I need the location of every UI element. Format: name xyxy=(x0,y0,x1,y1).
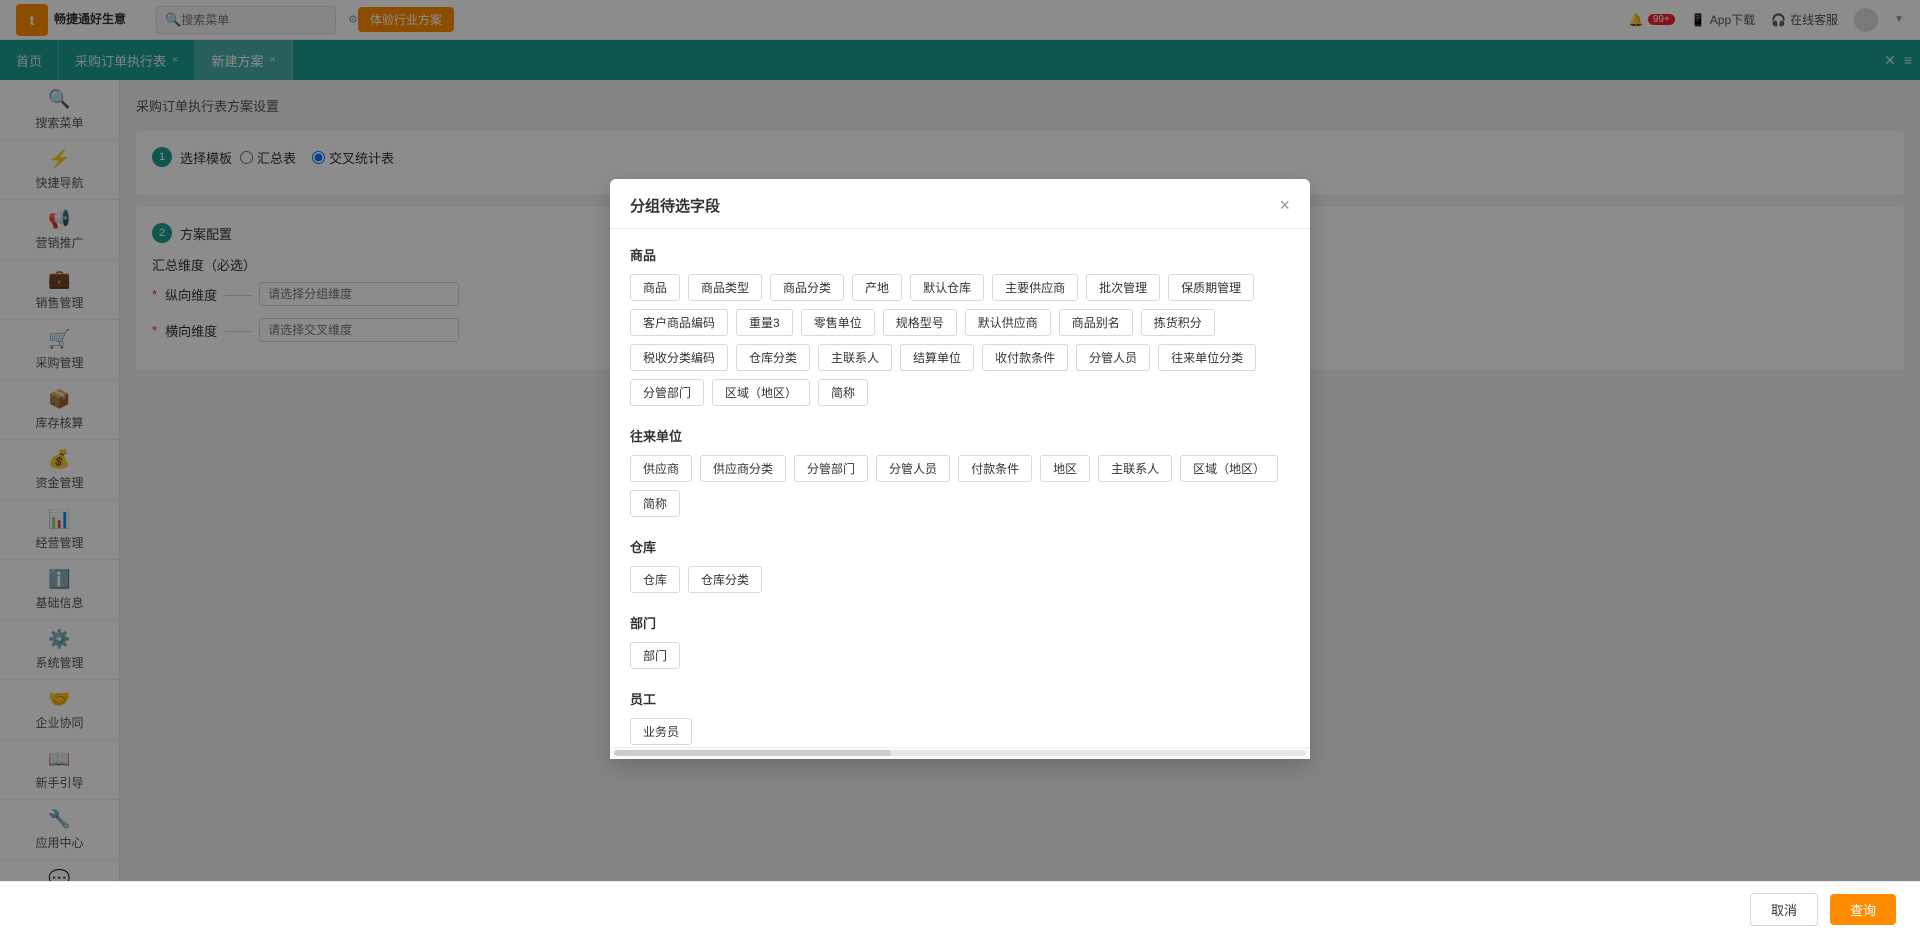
field-tag-2-1[interactable]: 仓库分类 xyxy=(688,566,762,593)
field-tag-0-11[interactable]: 规格型号 xyxy=(883,309,957,336)
field-tag-1-6[interactable]: 主联系人 xyxy=(1098,455,1172,482)
section-title-2: 仓库 xyxy=(630,537,1290,556)
field-tag-0-23[interactable]: 区域（地区） xyxy=(712,379,810,406)
field-tag-0-5[interactable]: 主要供应商 xyxy=(992,274,1078,301)
field-tag-1-3[interactable]: 分管人员 xyxy=(876,455,950,482)
field-tag-0-4[interactable]: 默认仓库 xyxy=(910,274,984,301)
section-title-3: 部门 xyxy=(630,613,1290,632)
field-tag-2-0[interactable]: 仓库 xyxy=(630,566,680,593)
field-tag-1-4[interactable]: 付款条件 xyxy=(958,455,1032,482)
section-title-4: 员工 xyxy=(630,689,1290,708)
field-tag-0-6[interactable]: 批次管理 xyxy=(1086,274,1160,301)
field-tag-0-22[interactable]: 分管部门 xyxy=(630,379,704,406)
field-section-2: 仓库仓库仓库分类 xyxy=(630,537,1290,593)
field-tag-0-15[interactable]: 税收分类编码 xyxy=(630,344,728,371)
field-tag-0-8[interactable]: 客户商品编码 xyxy=(630,309,728,336)
field-tag-0-16[interactable]: 仓库分类 xyxy=(736,344,810,371)
field-tag-4-0[interactable]: 业务员 xyxy=(630,718,692,745)
field-tags-1: 供应商供应商分类分管部门分管人员付款条件地区主联系人区域（地区） 简称 xyxy=(630,455,1290,517)
bottom-actions: 取消 查询 xyxy=(0,881,1920,937)
field-tag-0-17[interactable]: 主联系人 xyxy=(818,344,892,371)
field-select-modal: 分组待选字段 × 商品商品商品类型商品分类产地默认仓库主要供应商批次管理保质期管… xyxy=(610,179,1310,759)
field-tag-0-24[interactable]: 简称 xyxy=(818,379,868,406)
field-tag-1-0[interactable]: 供应商 xyxy=(630,455,692,482)
field-tag-0-19[interactable]: 收付款条件 xyxy=(982,344,1068,371)
modal-close-icon[interactable]: × xyxy=(1279,195,1290,216)
field-tag-0-9[interactable]: 重量3 xyxy=(736,309,793,336)
field-tag-1-8[interactable]: 简称 xyxy=(630,490,680,517)
field-tag-0-1[interactable]: 商品类型 xyxy=(688,274,762,301)
field-tag-1-1[interactable]: 供应商分类 xyxy=(700,455,786,482)
field-tag-3-0[interactable]: 部门 xyxy=(630,642,680,669)
modal-overlay: 分组待选字段 × 商品商品商品类型商品分类产地默认仓库主要供应商批次管理保质期管… xyxy=(0,0,1920,937)
field-tag-0-7[interactable]: 保质期管理 xyxy=(1168,274,1254,301)
field-tag-0-21[interactable]: 往来单位分类 xyxy=(1158,344,1256,371)
field-section-0: 商品商品商品类型商品分类产地默认仓库主要供应商批次管理保质期管理客户商品编码重量… xyxy=(630,245,1290,406)
field-tag-1-2[interactable]: 分管部门 xyxy=(794,455,868,482)
field-tag-0-20[interactable]: 分管人员 xyxy=(1076,344,1150,371)
field-tag-0-2[interactable]: 商品分类 xyxy=(770,274,844,301)
field-tags-0: 商品商品类型商品分类产地默认仓库主要供应商批次管理保质期管理客户商品编码重量3 零… xyxy=(630,274,1290,406)
field-tag-0-13[interactable]: 商品别名 xyxy=(1059,309,1133,336)
field-tag-0-0[interactable]: 商品 xyxy=(630,274,680,301)
field-tags-2: 仓库仓库分类 xyxy=(630,566,1290,593)
scrollbar-thumb xyxy=(614,750,891,756)
field-tag-0-18[interactable]: 结算单位 xyxy=(900,344,974,371)
field-tag-0-14[interactable]: 拣货积分 xyxy=(1141,309,1215,336)
field-tag-0-12[interactable]: 默认供应商 xyxy=(965,309,1051,336)
cancel-button[interactable]: 取消 xyxy=(1750,893,1818,926)
confirm-button[interactable]: 查询 xyxy=(1830,894,1896,925)
section-title-1: 往来单位 xyxy=(630,426,1290,445)
modal-header: 分组待选字段 × xyxy=(610,179,1310,229)
modal-footer-scrollbar[interactable] xyxy=(610,747,1310,759)
horizontal-scrollbar[interactable] xyxy=(614,750,1306,756)
section-title-0: 商品 xyxy=(630,245,1290,264)
field-section-1: 往来单位供应商供应商分类分管部门分管人员付款条件地区主联系人区域（地区） 简称 xyxy=(630,426,1290,517)
field-tags-3: 部门 xyxy=(630,642,1290,669)
field-section-4: 员工业务员 xyxy=(630,689,1290,745)
field-section-3: 部门部门 xyxy=(630,613,1290,669)
modal-title: 分组待选字段 xyxy=(630,195,720,216)
field-tag-0-10[interactable]: 零售单位 xyxy=(801,309,875,336)
field-tags-4: 业务员 xyxy=(630,718,1290,745)
field-tag-1-5[interactable]: 地区 xyxy=(1040,455,1090,482)
field-tag-1-7[interactable]: 区域（地区） xyxy=(1180,455,1278,482)
modal-body: 商品商品商品类型商品分类产地默认仓库主要供应商批次管理保质期管理客户商品编码重量… xyxy=(610,229,1310,747)
field-tag-0-3[interactable]: 产地 xyxy=(852,274,902,301)
